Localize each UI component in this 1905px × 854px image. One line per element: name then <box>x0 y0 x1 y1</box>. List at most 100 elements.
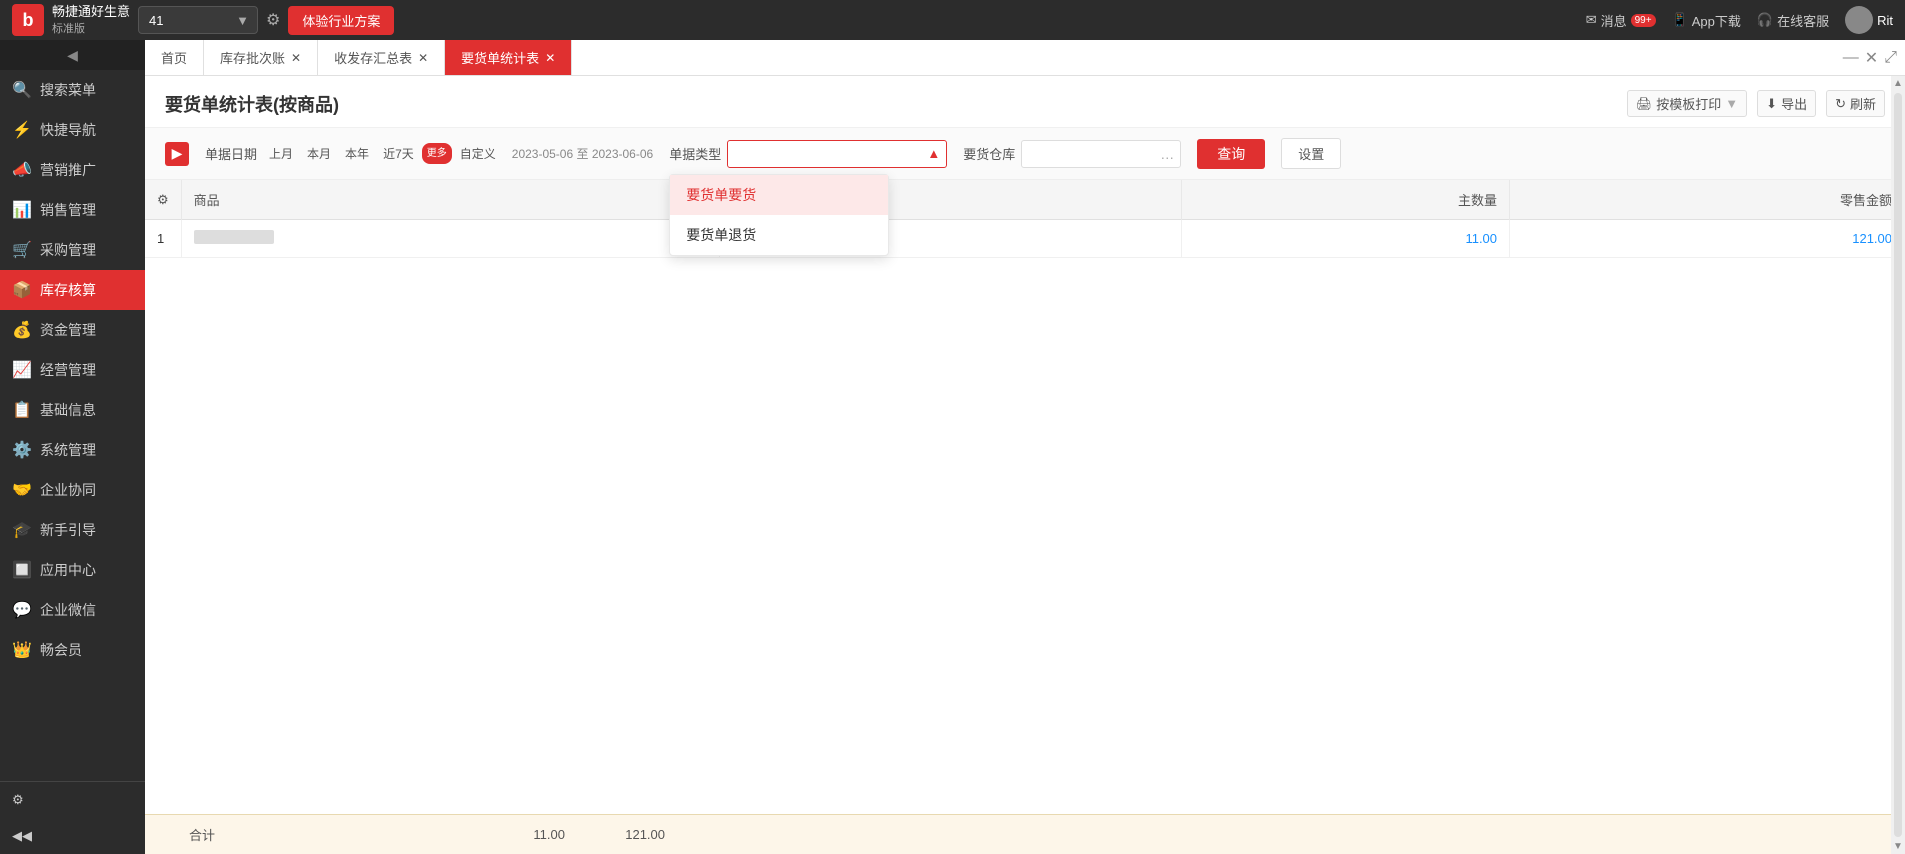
chevron-down-icon: ▼ <box>236 13 249 28</box>
message-icon: ✉ <box>1586 12 1597 28</box>
row-quantity: 11.00 <box>1181 220 1509 258</box>
tab-close-icon[interactable]: ✕ <box>291 51 301 65</box>
sidebar-item-label: 经营管理 <box>40 360 96 380</box>
table-settings-icon[interactable]: ⚙ <box>157 192 169 207</box>
warehouse-filter-group: 要货仓库 … <box>963 140 1181 168</box>
tab-inventory-batch[interactable]: 库存批次账 ✕ <box>204 40 318 75</box>
expand-icon[interactable]: ⤢ <box>1884 49 1897 67</box>
tab-close-icon[interactable]: ✕ <box>545 51 555 65</box>
scroll-down-icon[interactable]: ▼ <box>1893 841 1903 852</box>
amount-link[interactable]: 121.00 <box>1852 231 1892 246</box>
sidebar-settings-item[interactable]: ⚙ <box>0 782 145 818</box>
setting-button[interactable]: 设置 <box>1281 138 1341 169</box>
sidebar-item-label: 搜索菜单 <box>40 80 96 100</box>
quantity-link[interactable]: 11.00 <box>1465 231 1497 246</box>
last-month-btn[interactable]: 上月 <box>263 143 299 164</box>
scroll-track[interactable] <box>1894 93 1902 837</box>
sidebar-item-label: 系统管理 <box>40 440 96 460</box>
sidebar-item-search[interactable]: 🔍 搜索菜单 <box>0 70 145 110</box>
topbar-left: b 畅捷通好生意 标准版 41 ▼ ⚙ 体验行业方案 <box>12 4 394 36</box>
sidebar-item-member[interactable]: 👑 畅会员 <box>0 630 145 670</box>
tab-close-icon[interactable]: ✕ <box>418 51 428 65</box>
sidebar-item-finance[interactable]: 💰 资金管理 <box>0 310 145 350</box>
right-scrollbar[interactable]: ▲ ▼ <box>1891 76 1905 854</box>
sidebar-item-operations[interactable]: 📈 经营管理 <box>0 350 145 390</box>
row-seq: 1 <box>145 220 181 258</box>
sidebar-collapse-item[interactable]: ◀◀ <box>0 818 145 854</box>
type-select[interactable]: ▲ <box>727 140 947 168</box>
clipboard-icon: 📋 <box>12 400 32 420</box>
sidebar-item-basic[interactable]: 📋 基础信息 <box>0 390 145 430</box>
avatar <box>1845 6 1873 34</box>
query-button[interactable]: 查询 <box>1197 139 1265 169</box>
sidebar-item-guide[interactable]: 🎓 新手引导 <box>0 510 145 550</box>
this-year-btn[interactable]: 本年 <box>339 143 375 164</box>
minimize-icon[interactable]: — <box>1843 49 1859 67</box>
sidebar-item-marketing[interactable]: 📣 营销推广 <box>0 150 145 190</box>
this-month-btn[interactable]: 本月 <box>301 143 337 164</box>
account-dropdown[interactable]: 41 ▼ <box>138 6 258 34</box>
headset-icon: 🎧 <box>1757 12 1773 28</box>
sidebar-item-purchase[interactable]: 🛒 采购管理 <box>0 230 145 270</box>
brand-name: 畅捷通好生意 <box>52 4 130 20</box>
dropdown-item-order-return[interactable]: 要货单退货 <box>670 215 888 255</box>
col-amount: 零售金额 <box>1510 180 1905 220</box>
warehouse-select[interactable]: … <box>1021 140 1181 168</box>
more-date-badge[interactable]: 更多 <box>422 143 452 164</box>
print-button[interactable]: 🖨 按模板打印 ▼ <box>1627 90 1747 117</box>
sidebar-item-wechat[interactable]: 💬 企业微信 <box>0 590 145 630</box>
phone-icon: 📱 <box>1672 12 1688 28</box>
app-download-item[interactable]: 📱 App下载 <box>1672 11 1741 30</box>
message-badge: 99+ <box>1631 14 1656 27</box>
scroll-up-icon[interactable]: ▲ <box>1893 78 1903 89</box>
last-7-days-btn[interactable]: 近7天 <box>377 143 420 164</box>
collapse-icon: ◀◀ <box>12 828 32 844</box>
grid-icon: 🔲 <box>12 560 32 580</box>
sidebar-item-label: 基础信息 <box>40 400 96 420</box>
custom-date-btn[interactable]: 自定义 <box>454 143 502 164</box>
chevron-left-icon: ◀ <box>67 47 78 64</box>
tabs-bar: 首页 库存批次账 ✕ 收发存汇总表 ✕ 要货单统计表 ✕ — ✕ ⤢ <box>145 40 1905 76</box>
sidebar-item-label: 销售管理 <box>40 200 96 220</box>
sidebar-item-label: 新手引导 <box>40 520 96 540</box>
sidebar-item-label: 快捷导航 <box>40 120 96 140</box>
sidebar-item-sales[interactable]: 📊 销售管理 <box>0 190 145 230</box>
tab-recv-summary[interactable]: 收发存汇总表 ✕ <box>318 40 445 75</box>
export-button[interactable]: ⬇ 导出 <box>1757 90 1816 117</box>
close-icon[interactable]: ✕ <box>1865 48 1878 68</box>
sidebar-collapse-toggle[interactable]: ◀ <box>0 40 145 70</box>
product-placeholder <box>194 230 274 244</box>
chevron-up-icon: ▲ <box>927 146 940 161</box>
user-item[interactable]: Rit <box>1845 6 1893 34</box>
tab-home[interactable]: 首页 <box>145 40 204 75</box>
table-body: 1 块 11.00 121.00 <box>145 220 1905 258</box>
sidebar-item-inventory[interactable]: 📦 库存核算 <box>0 270 145 310</box>
topbar: b 畅捷通好生意 标准版 41 ▼ ⚙ 体验行业方案 ✉ 消息 99+ 📱 Ap… <box>0 0 1905 40</box>
settings-bottom-icon: ⚙ <box>12 792 24 808</box>
service-item[interactable]: 🎧 在线客服 <box>1757 11 1829 30</box>
trending-icon: 📈 <box>12 360 32 380</box>
sidebar-item-collab[interactable]: 🤝 企业协同 <box>0 470 145 510</box>
col-product: 商品 <box>181 180 719 220</box>
sidebar-item-quicknav[interactable]: ⚡ 快捷导航 <box>0 110 145 150</box>
trial-button[interactable]: 体验行业方案 <box>288 6 394 35</box>
refresh-button[interactable]: ↻ 刷新 <box>1826 90 1885 117</box>
warehouse-filter-label: 要货仓库 <box>963 144 1015 163</box>
sidebar-bottom: ⚙ ◀◀ <box>0 781 145 854</box>
table-settings-header: ⚙ <box>145 180 181 220</box>
sidebar-item-appstore[interactable]: 🔲 应用中心 <box>0 550 145 590</box>
sidebar-item-system[interactable]: ⚙️ 系统管理 <box>0 430 145 470</box>
type-filter-label: 单据类型 <box>669 144 721 163</box>
data-table: ⚙ 商品 主计量单位 主数量 零 <box>145 180 1905 258</box>
message-item[interactable]: ✉ 消息 99+ <box>1586 11 1656 30</box>
summary-empty-col <box>145 825 177 845</box>
chevron-down-icon: ▼ <box>1725 96 1738 111</box>
gear-icon[interactable]: ⚙ <box>266 10 280 30</box>
sidebar-item-label: 畅会员 <box>40 640 82 660</box>
print-icon: 🖨 <box>1636 96 1653 112</box>
summary-row: 合计 11.00 121.00 <box>145 814 1905 854</box>
filter-toggle-button[interactable]: ▶ <box>165 142 189 166</box>
sidebar-item-label: 采购管理 <box>40 240 96 260</box>
dropdown-item-order-goods[interactable]: 要货单要货 <box>670 175 888 215</box>
tab-order-summary[interactable]: 要货单统计表 ✕ <box>445 40 572 75</box>
